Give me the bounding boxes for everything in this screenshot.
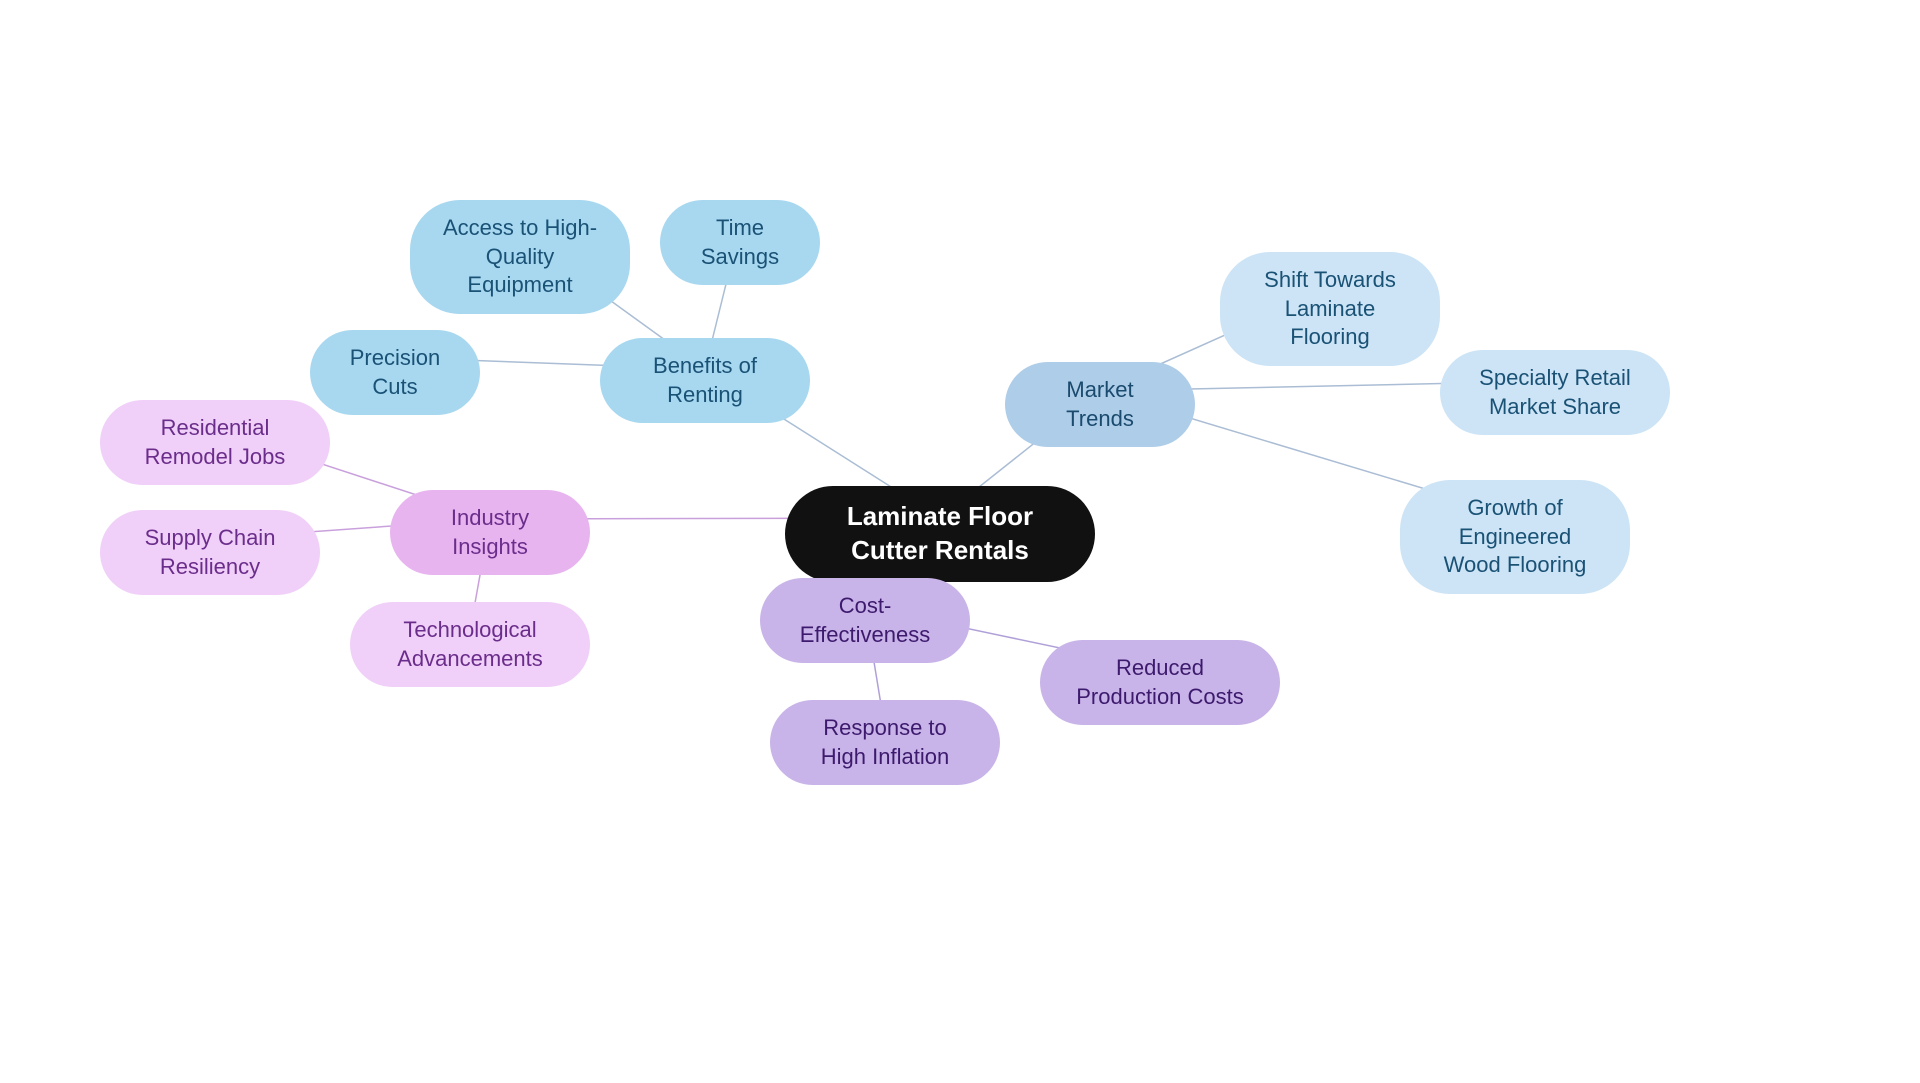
node-benefits-of-renting: Benefits of Renting [600, 338, 810, 423]
center-node: Laminate Floor Cutter Rentals [785, 486, 1095, 582]
node-market-trends: Market Trends [1005, 362, 1195, 447]
node-reduced-production: Reduced Production Costs [1040, 640, 1280, 725]
node-shift-laminate: Shift Towards Laminate Flooring [1220, 252, 1440, 366]
node-time-savings: Time Savings [660, 200, 820, 285]
node-industry-insights: Industry Insights [390, 490, 590, 575]
node-access-equipment: Access to High-Quality Equipment [410, 200, 630, 314]
node-supply-chain: Supply Chain Resiliency [100, 510, 320, 595]
node-precision-cuts: Precision Cuts [310, 330, 480, 415]
node-specialty-retail: Specialty Retail Market Share [1440, 350, 1670, 435]
node-growth-engineered: Growth of Engineered Wood Flooring [1400, 480, 1630, 594]
node-response-inflation: Response to High Inflation [770, 700, 1000, 785]
node-tech-advancements: Technological Advancements [350, 602, 590, 687]
node-cost-effectiveness: Cost-Effectiveness [760, 578, 970, 663]
node-residential-remodel: Residential Remodel Jobs [100, 400, 330, 485]
